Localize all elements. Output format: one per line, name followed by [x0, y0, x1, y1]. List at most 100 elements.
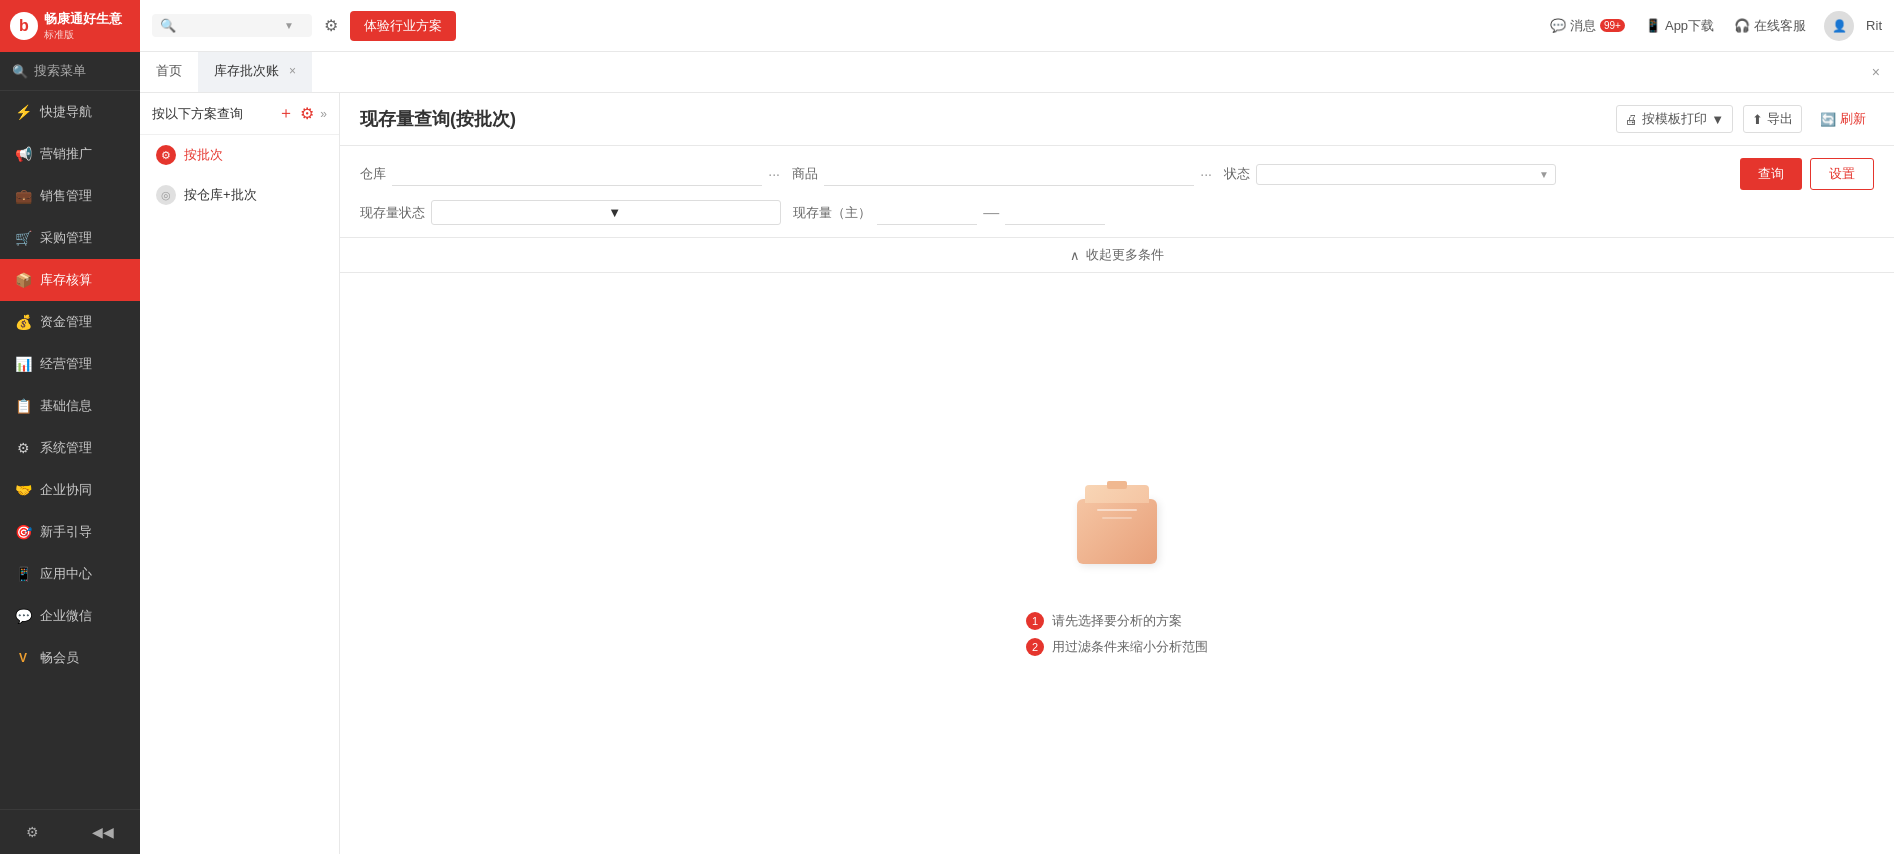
app-download-action[interactable]: 📱 App下载	[1645, 17, 1714, 35]
collapse-label: 收起更多条件	[1086, 246, 1164, 264]
inventory-status-dropdown[interactable]: ▼	[431, 200, 781, 225]
inventory-qty-filter: 现存量（主） —	[793, 201, 1214, 225]
sidebar-item-enterprise[interactable]: 🤝 企业协同	[0, 469, 140, 511]
sidebar-item-apps[interactable]: 📱 应用中心	[0, 553, 140, 595]
warehouse-label: 仓库	[360, 165, 386, 183]
wechat-icon: 💬	[14, 607, 32, 625]
inventory-status-label: 现存量状态	[360, 204, 425, 222]
sidebar-item-label: 经营管理	[40, 355, 92, 373]
export-button[interactable]: ⬆ 导出	[1743, 105, 1802, 133]
sidebar-item-member[interactable]: V 畅会员	[0, 637, 140, 679]
product-dots[interactable]: ···	[1200, 166, 1212, 182]
empty-hint-1: 1 请先选择要分析的方案	[1026, 612, 1208, 630]
sidebar-item-label: 资金管理	[40, 313, 92, 331]
left-panel-item-warehouse-batch[interactable]: ◎ 按仓库+批次	[140, 175, 339, 215]
online-service-action[interactable]: 🎧 在线客服	[1734, 17, 1806, 35]
online-service-label: 在线客服	[1754, 17, 1806, 35]
sidebar-item-label: 基础信息	[40, 397, 92, 415]
topbar: 🔍 ▼ ⚙ 体验行业方案 💬 消息 99+ 📱 App下载 🎧 在线客服 👤 R…	[140, 0, 1894, 52]
batch-item-label: 按批次	[184, 146, 223, 164]
status-label: 状态	[1224, 165, 1250, 183]
sidebar-item-label: 库存核算	[40, 271, 92, 289]
tab-close-icon[interactable]: ×	[289, 64, 296, 78]
collapse-bar[interactable]: ∧ 收起更多条件	[340, 238, 1894, 273]
left-panel-header: 按以下方案查询 ＋ ⚙ »	[140, 93, 339, 135]
sidebar-item-system[interactable]: ⚙ 系统管理	[0, 427, 140, 469]
search-dropdown-arrow-icon[interactable]: ▼	[284, 20, 294, 31]
collapse-icon: ∧	[1070, 248, 1080, 263]
status-dropdown[interactable]: ▼	[1256, 164, 1556, 185]
sidebar-collapse-button[interactable]: ◀◀	[86, 818, 120, 846]
qty-dash: —	[983, 204, 999, 222]
left-panel-settings-icon[interactable]: ⚙	[300, 104, 314, 123]
tab-inventory-batch[interactable]: 库存批次账 ×	[198, 52, 312, 92]
left-panel-add-icon[interactable]: ＋	[278, 103, 294, 124]
close-all-icon: ×	[1872, 64, 1880, 80]
sidebar-footer: ⚙ ◀◀	[0, 809, 140, 854]
enterprise-icon: 🤝	[14, 481, 32, 499]
sidebar-search[interactable]: 🔍 搜索菜单	[0, 52, 140, 91]
empty-hint-1-text: 请先选择要分析的方案	[1052, 612, 1182, 630]
sidebar-item-label: 快捷导航	[40, 103, 92, 121]
sidebar-item-purchase[interactable]: 🛒 采购管理	[0, 217, 140, 259]
operations-icon: 📊	[14, 355, 32, 373]
product-input[interactable]	[824, 162, 1194, 186]
topbar-search-box[interactable]: 🔍 ▼	[152, 14, 312, 37]
query-button[interactable]: 查询	[1740, 158, 1802, 190]
export-icon: ⬆	[1752, 112, 1763, 127]
left-panel: 按以下方案查询 ＋ ⚙ » ⚙ 按批次 ◎ 按仓库+批次	[140, 93, 340, 854]
tab-home[interactable]: 首页	[140, 52, 198, 92]
inventory-qty-max-input[interactable]	[1005, 201, 1105, 225]
sidebar-item-operations[interactable]: 📊 经营管理	[0, 343, 140, 385]
warehouse-input[interactable]	[392, 162, 762, 186]
sidebar-item-marketing[interactable]: 📢 营销推广	[0, 133, 140, 175]
trial-button[interactable]: 体验行业方案	[350, 11, 456, 41]
app-version: 标准版	[44, 28, 122, 42]
search-icon: 🔍	[160, 18, 176, 33]
left-panel-item-batch[interactable]: ⚙ 按批次	[140, 135, 339, 175]
product-label: 商品	[792, 165, 818, 183]
print-dropdown-arrow-icon[interactable]: ▼	[1711, 112, 1724, 127]
inventory-qty-label: 现存量（主）	[793, 204, 871, 222]
tab-bar: 首页 库存批次账 × ×	[140, 52, 1894, 93]
sidebar-header: b 畅康通好生意 标准版	[0, 0, 140, 52]
settings-button[interactable]: 设置	[1810, 158, 1874, 190]
headset-icon: 🎧	[1734, 18, 1750, 33]
tab-close-all-button[interactable]: ×	[1858, 64, 1894, 80]
sidebar-item-basic[interactable]: 📋 基础信息	[0, 385, 140, 427]
sidebar-item-finance[interactable]: 💰 资金管理	[0, 301, 140, 343]
product-filter: 商品 ···	[792, 162, 1212, 186]
app-download-label: App下载	[1665, 17, 1714, 35]
sidebar-settings-button[interactable]: ⚙	[20, 818, 45, 846]
apps-icon: 📱	[14, 565, 32, 583]
user-avatar[interactable]: 👤	[1824, 11, 1854, 41]
print-icon: 🖨	[1625, 112, 1638, 127]
empty-hint-2: 2 用过滤条件来缩小分析范围	[1026, 638, 1208, 656]
sidebar-search-label: 搜索菜单	[34, 62, 86, 80]
sidebar-item-wechat[interactable]: 💬 企业微信	[0, 595, 140, 637]
message-label: 消息	[1570, 17, 1596, 35]
warehouse-dots[interactable]: ···	[768, 166, 780, 182]
sidebar-item-quick[interactable]: ⚡ 快捷导航	[0, 91, 140, 133]
message-action[interactable]: 💬 消息 99+	[1550, 17, 1625, 35]
topbar-gear-icon[interactable]: ⚙	[324, 16, 338, 35]
sidebar-item-inventory[interactable]: 📦 库存核算	[0, 259, 140, 301]
home-tab-label: 首页	[156, 63, 182, 78]
sidebar-item-newbie[interactable]: 🎯 新手引导	[0, 511, 140, 553]
sidebar-item-label: 应用中心	[40, 565, 92, 583]
message-badge: 99+	[1600, 19, 1625, 32]
status-dropdown-arrow-icon: ▼	[1539, 169, 1549, 180]
filter-row-2: 现存量状态 ▼ 现存量（主） —	[360, 200, 1874, 225]
sidebar-item-label: 企业微信	[40, 607, 92, 625]
inventory-status-dropdown-arrow-icon: ▼	[608, 205, 774, 220]
app-name: 畅康通好生意	[44, 10, 122, 28]
inventory-qty-min-input[interactable]	[877, 201, 977, 225]
sidebar-item-sales[interactable]: 💼 销售管理	[0, 175, 140, 217]
empty-illustration	[1057, 472, 1177, 592]
topbar-search-input[interactable]	[180, 19, 280, 33]
refresh-button[interactable]: 🔄 刷新	[1812, 106, 1874, 132]
left-panel-collapse-icon[interactable]: »	[320, 107, 327, 121]
print-button[interactable]: 🖨 按模板打印 ▼	[1616, 105, 1733, 133]
warehouse-filter: 仓库 ···	[360, 162, 780, 186]
warehouse-batch-item-icon: ◎	[156, 185, 176, 205]
